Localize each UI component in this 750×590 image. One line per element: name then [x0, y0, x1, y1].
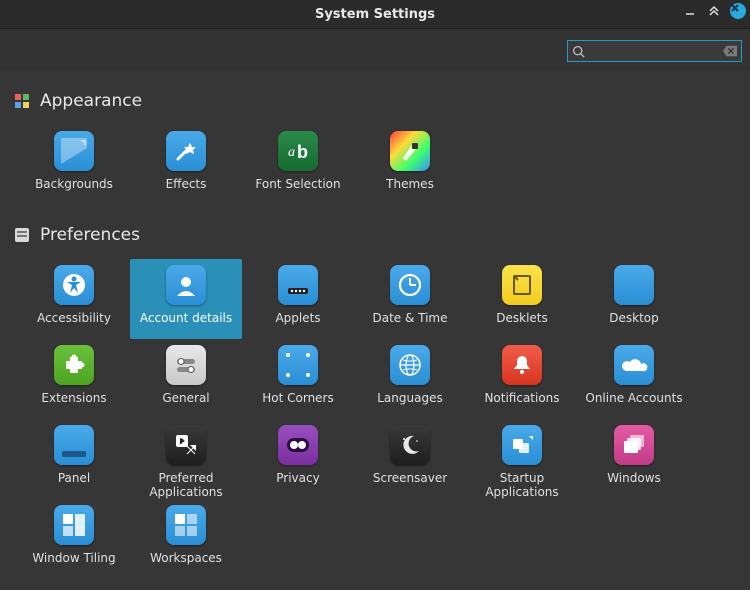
- item-date-time[interactable]: Date & Time: [354, 259, 466, 339]
- item-label: Privacy: [242, 471, 354, 485]
- item-label: Window Tiling: [18, 551, 130, 565]
- startup-icon: [502, 425, 542, 465]
- item-label: Themes: [354, 177, 466, 191]
- section-preferences: Preferences Accessibility Account detail…: [0, 205, 750, 579]
- windows-icon: [614, 425, 654, 465]
- extensions-icon: [54, 345, 94, 385]
- item-windows[interactable]: Windows: [578, 419, 690, 499]
- item-label: Backgrounds: [18, 177, 130, 191]
- item-label: Date & Time: [354, 311, 466, 325]
- workspaces-icon: [166, 505, 206, 545]
- window-controls: [682, 3, 746, 19]
- account-icon: [166, 265, 206, 305]
- minimize-button[interactable]: [682, 3, 698, 19]
- item-themes[interactable]: Themes: [354, 125, 466, 205]
- item-general[interactable]: General: [130, 339, 242, 419]
- section-title: Preferences: [40, 225, 140, 245]
- item-startup-applications[interactable]: Startup Applications: [466, 419, 578, 499]
- desktop-icon: [614, 265, 654, 305]
- desklets-icon: [502, 265, 542, 305]
- item-label: Accessibility: [18, 311, 130, 325]
- font-icon: ab: [278, 131, 318, 171]
- window-title: System Settings: [315, 7, 435, 22]
- item-privacy[interactable]: Privacy: [242, 419, 354, 499]
- item-window-tiling[interactable]: Window Tiling: [18, 499, 130, 579]
- effects-icon: [166, 131, 206, 171]
- item-label: Hot Corners: [242, 391, 354, 405]
- preferences-section-icon: [14, 227, 30, 243]
- screensaver-icon: [390, 425, 430, 465]
- maximize-button[interactable]: [706, 3, 722, 19]
- item-label: Windows: [578, 471, 690, 485]
- section-appearance: Appearance Backgrounds Effects ab Font S…: [0, 71, 750, 205]
- item-applets[interactable]: Applets: [242, 259, 354, 339]
- languages-icon: [390, 345, 430, 385]
- search-box[interactable]: [567, 40, 742, 62]
- notifications-icon: [502, 345, 542, 385]
- item-label: Workspaces: [130, 551, 242, 565]
- item-label: Desktop: [578, 311, 690, 325]
- item-font-selection[interactable]: ab Font Selection: [242, 125, 354, 205]
- item-label: Notifications: [466, 391, 578, 405]
- svg-text:♪: ♪: [179, 437, 184, 446]
- appearance-grid: Backgrounds Effects ab Font Selection Th…: [0, 117, 750, 205]
- search-input[interactable]: [589, 41, 723, 61]
- privacy-icon: [278, 425, 318, 465]
- item-label: General: [130, 391, 242, 405]
- panel-icon: [54, 425, 94, 465]
- item-screensaver[interactable]: Screensaver: [354, 419, 466, 499]
- item-panel[interactable]: Panel: [18, 419, 130, 499]
- item-label: Font Selection: [242, 177, 354, 191]
- item-hot-corners[interactable]: Hot Corners: [242, 339, 354, 419]
- item-desktop[interactable]: Desktop: [578, 259, 690, 339]
- section-header-preferences: Preferences: [0, 205, 750, 251]
- item-label: Online Accounts: [578, 391, 690, 405]
- item-label: Panel: [18, 471, 130, 485]
- preferences-grid: Accessibility Account details Applets Da…: [0, 251, 750, 579]
- themes-icon: [390, 131, 430, 171]
- general-icon: [166, 345, 206, 385]
- preferred-apps-icon: ♪: [166, 425, 206, 465]
- titlebar: System Settings: [0, 0, 750, 29]
- item-preferred-applications[interactable]: ♪ Preferred Applications: [130, 419, 242, 499]
- item-label: Extensions: [18, 391, 130, 405]
- content: Appearance Backgrounds Effects ab Font S…: [0, 71, 750, 579]
- close-button[interactable]: [730, 3, 746, 19]
- item-account-details[interactable]: Account details: [130, 259, 242, 339]
- section-header-appearance: Appearance: [0, 71, 750, 117]
- item-label: Account details: [130, 311, 242, 325]
- hotcorners-icon: [278, 345, 318, 385]
- toolbar: [0, 29, 750, 71]
- applets-icon: [278, 265, 318, 305]
- backgrounds-icon: [54, 131, 94, 171]
- item-online-accounts[interactable]: Online Accounts: [578, 339, 690, 419]
- item-extensions[interactable]: Extensions: [18, 339, 130, 419]
- accessibility-icon: [54, 265, 94, 305]
- svg-text:a: a: [288, 145, 295, 160]
- item-accessibility[interactable]: Accessibility: [18, 259, 130, 339]
- item-desklets[interactable]: Desklets: [466, 259, 578, 339]
- cloud-icon: [614, 345, 654, 385]
- item-languages[interactable]: Languages: [354, 339, 466, 419]
- svg-text:b: b: [297, 142, 308, 162]
- appearance-section-icon: [14, 93, 30, 109]
- item-label: Applets: [242, 311, 354, 325]
- item-label: Startup Applications: [466, 471, 578, 499]
- item-backgrounds[interactable]: Backgrounds: [18, 125, 130, 205]
- item-label: Effects: [130, 177, 242, 191]
- item-label: Languages: [354, 391, 466, 405]
- clock-icon: [390, 265, 430, 305]
- item-workspaces[interactable]: Workspaces: [130, 499, 242, 579]
- tiling-icon: [54, 505, 94, 545]
- item-label: Screensaver: [354, 471, 466, 485]
- clear-search-icon[interactable]: [723, 45, 737, 57]
- search-icon: [572, 45, 585, 58]
- item-label: Desklets: [466, 311, 578, 325]
- section-title: Appearance: [40, 91, 142, 111]
- item-label: Preferred Applications: [130, 471, 242, 499]
- item-notifications[interactable]: Notifications: [466, 339, 578, 419]
- item-effects[interactable]: Effects: [130, 125, 242, 205]
